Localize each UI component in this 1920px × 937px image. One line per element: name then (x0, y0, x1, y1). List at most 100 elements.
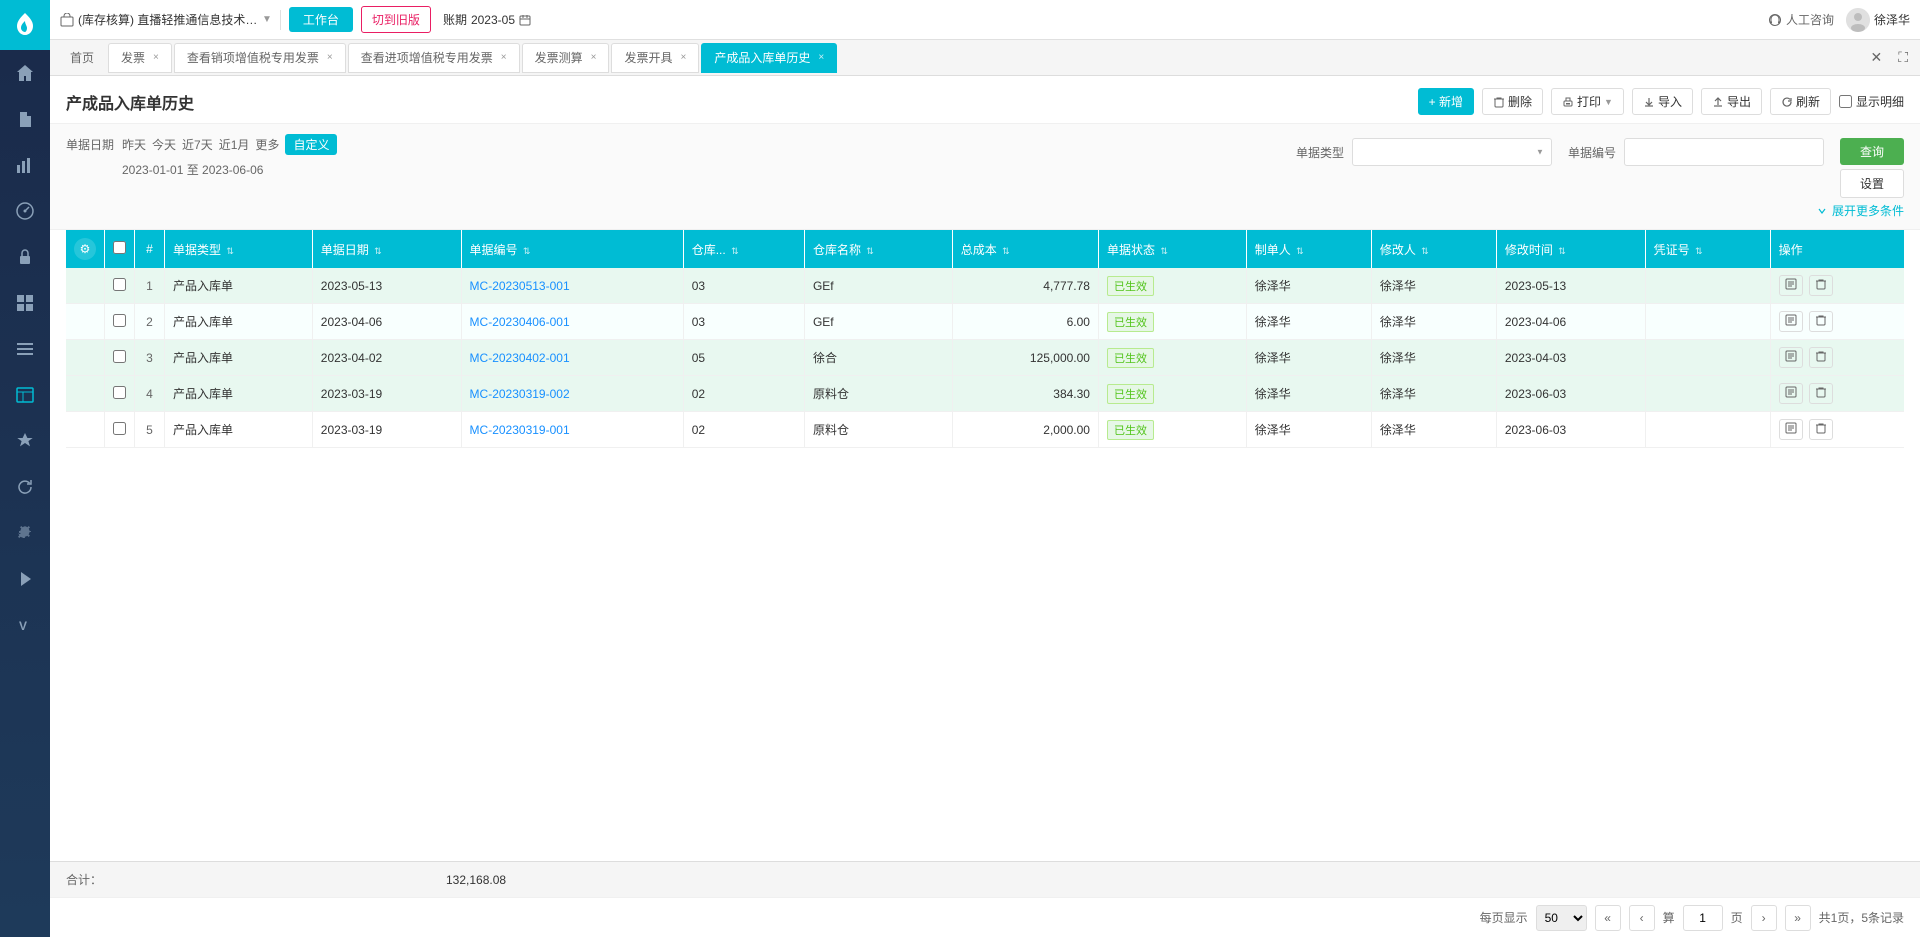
row-edit-button-3[interactable] (1779, 383, 1803, 404)
show-detail-input[interactable] (1839, 95, 1852, 108)
row-select-2[interactable] (113, 350, 126, 363)
maximize-button[interactable]: ⛶ (1894, 47, 1912, 68)
show-detail-checkbox[interactable]: 显示明细 (1839, 93, 1904, 110)
tab-vat-purchase[interactable]: 查看进项增值税专用发票 × (348, 43, 520, 73)
sidebar-item-list[interactable] (0, 326, 50, 372)
tab-product-history-close[interactable]: × (818, 52, 824, 63)
table-area: ⚙ # 单据类型 ⇅ 单据日期 ⇅ 单据编号 ⇅ 仓库... ⇅ 仓库名称 ⇅ … (50, 230, 1920, 861)
shortcut-7days[interactable]: 近7天 (182, 136, 213, 153)
tab-invoice-open[interactable]: 发票开具 × (611, 43, 699, 73)
calendar-icon[interactable] (519, 14, 531, 26)
shortcut-more[interactable]: 更多 (255, 136, 279, 153)
row-number-link-4[interactable]: MC-20230319-001 (470, 423, 570, 437)
workbench-button[interactable]: 工作台 (289, 7, 353, 32)
row-select-1[interactable] (113, 314, 126, 327)
row-number-link-1[interactable]: MC-20230406-001 (470, 315, 570, 329)
row-delete-button-0[interactable] (1809, 275, 1833, 296)
row-edit-button-1[interactable] (1779, 311, 1803, 332)
sidebar-item-settings[interactable] (0, 510, 50, 556)
row-select-4[interactable] (113, 422, 126, 435)
page-input[interactable] (1683, 905, 1723, 931)
sort-icon-voucher[interactable]: ⇅ (1695, 246, 1703, 256)
tab-bar-right: ✕ ⛶ (1866, 47, 1912, 68)
history-button[interactable]: 切到旧版 (361, 6, 431, 33)
sidebar-item-refresh[interactable] (0, 464, 50, 510)
sidebar-item-grid[interactable] (0, 280, 50, 326)
sort-icon-modifier[interactable]: ⇅ (1421, 246, 1429, 256)
tab-vat-purchase-close[interactable]: × (501, 52, 507, 63)
sort-icon-date[interactable]: ⇅ (374, 246, 382, 256)
row-delete-button-1[interactable] (1809, 311, 1833, 332)
select-all-checkbox[interactable] (113, 241, 126, 254)
support-button[interactable]: 人工咨询 (1768, 11, 1834, 28)
tab-product-history[interactable]: 产成品入库单历史 × (701, 43, 837, 73)
row-checkbox-0 (105, 268, 135, 304)
company-selector[interactable]: (库存核算) 直播轻推通信息技术股份... ▼ (60, 11, 272, 28)
row-number-link-2[interactable]: MC-20230402-001 (470, 351, 570, 365)
tab-invoices[interactable]: 发票 × (108, 43, 172, 73)
row-wname-2: 徐合 (804, 340, 952, 376)
row-edit-button-0[interactable] (1779, 275, 1803, 296)
row-number-link-3[interactable]: MC-20230319-002 (470, 387, 570, 401)
row-select-0[interactable] (113, 278, 126, 291)
sort-icon-mtime[interactable]: ⇅ (1558, 246, 1566, 256)
tab-vat-sales[interactable]: 查看销项增值税专用发票 × (174, 43, 346, 73)
shortcut-today[interactable]: 今天 (152, 136, 176, 153)
tab-vat-sales-close[interactable]: × (327, 52, 333, 63)
sort-icon-wcode[interactable]: ⇅ (731, 246, 739, 256)
close-all-button[interactable]: ✕ (1866, 47, 1886, 68)
sidebar-item-play[interactable] (0, 556, 50, 602)
export-button[interactable]: 导出 (1701, 88, 1762, 115)
print-button[interactable]: 打印 ▼ (1551, 88, 1624, 115)
row-number-link-0[interactable]: MC-20230513-001 (470, 279, 570, 293)
sidebar-item-version[interactable]: V (0, 602, 50, 648)
new-button[interactable]: + 新增 (1418, 88, 1474, 115)
refresh-button[interactable]: 刷新 (1770, 88, 1831, 115)
first-page-button[interactable]: « (1595, 905, 1621, 931)
sidebar-item-chart[interactable] (0, 142, 50, 188)
row-delete-button-4[interactable] (1809, 419, 1833, 440)
sort-icon-number[interactable]: ⇅ (523, 246, 531, 256)
tab-invoices-close[interactable]: × (153, 52, 159, 63)
search-button[interactable]: 查询 (1840, 138, 1904, 165)
sort-icon-creator[interactable]: ⇅ (1296, 246, 1304, 256)
column-settings-button[interactable]: ⚙ (74, 238, 96, 260)
sidebar-item-home[interactable] (0, 50, 50, 96)
user-info[interactable]: 徐泽华 (1846, 8, 1910, 32)
app-logo[interactable] (0, 0, 50, 50)
row-edit-button-4[interactable] (1779, 419, 1803, 440)
row-delete-button-2[interactable] (1809, 347, 1833, 368)
tab-invoice-open-close[interactable]: × (680, 52, 686, 63)
sidebar-item-table[interactable] (0, 372, 50, 418)
sidebar-item-analytics[interactable] (0, 188, 50, 234)
sort-icon-wname[interactable]: ⇅ (866, 246, 874, 256)
page-size-select[interactable]: 50 100 200 (1536, 905, 1587, 931)
import-button[interactable]: 导入 (1632, 88, 1693, 115)
tab-invoice-calc-close[interactable]: × (591, 52, 597, 63)
custom-date-button[interactable]: 自定义 (285, 134, 337, 155)
filter-settings-button[interactable]: 设置 (1840, 169, 1904, 198)
tab-invoice-calc[interactable]: 发票测算 × (522, 43, 610, 73)
shortcut-1month[interactable]: 近1月 (219, 136, 250, 153)
next-page-button[interactable]: › (1751, 905, 1777, 931)
sidebar-item-lock[interactable] (0, 234, 50, 280)
number-input[interactable] (1624, 138, 1824, 166)
sort-icon-type[interactable]: ⇅ (226, 246, 234, 256)
row-select-3[interactable] (113, 386, 126, 399)
expand-button[interactable]: 展开更多条件 (1816, 202, 1904, 219)
sidebar-item-doc[interactable] (0, 96, 50, 142)
sidebar-item-star[interactable] (0, 418, 50, 464)
accounting-label: 账期 (443, 11, 467, 28)
table-row: 1 产品入库单 2023-05-13 MC-20230513-001 03 GE… (66, 268, 1904, 304)
shortcut-yesterday[interactable]: 昨天 (122, 136, 146, 153)
row-delete-button-3[interactable] (1809, 383, 1833, 404)
tab-home[interactable]: 首页 (58, 43, 106, 73)
row-settings-1 (66, 304, 105, 340)
sort-icon-cost[interactable]: ⇅ (1002, 246, 1010, 256)
sort-icon-status[interactable]: ⇅ (1160, 246, 1168, 256)
delete-button[interactable]: 删除 (1482, 88, 1543, 115)
prev-page-button[interactable]: ‹ (1629, 905, 1655, 931)
row-edit-button-2[interactable] (1779, 347, 1803, 368)
type-select[interactable] (1352, 138, 1552, 166)
last-page-button[interactable]: » (1785, 905, 1811, 931)
